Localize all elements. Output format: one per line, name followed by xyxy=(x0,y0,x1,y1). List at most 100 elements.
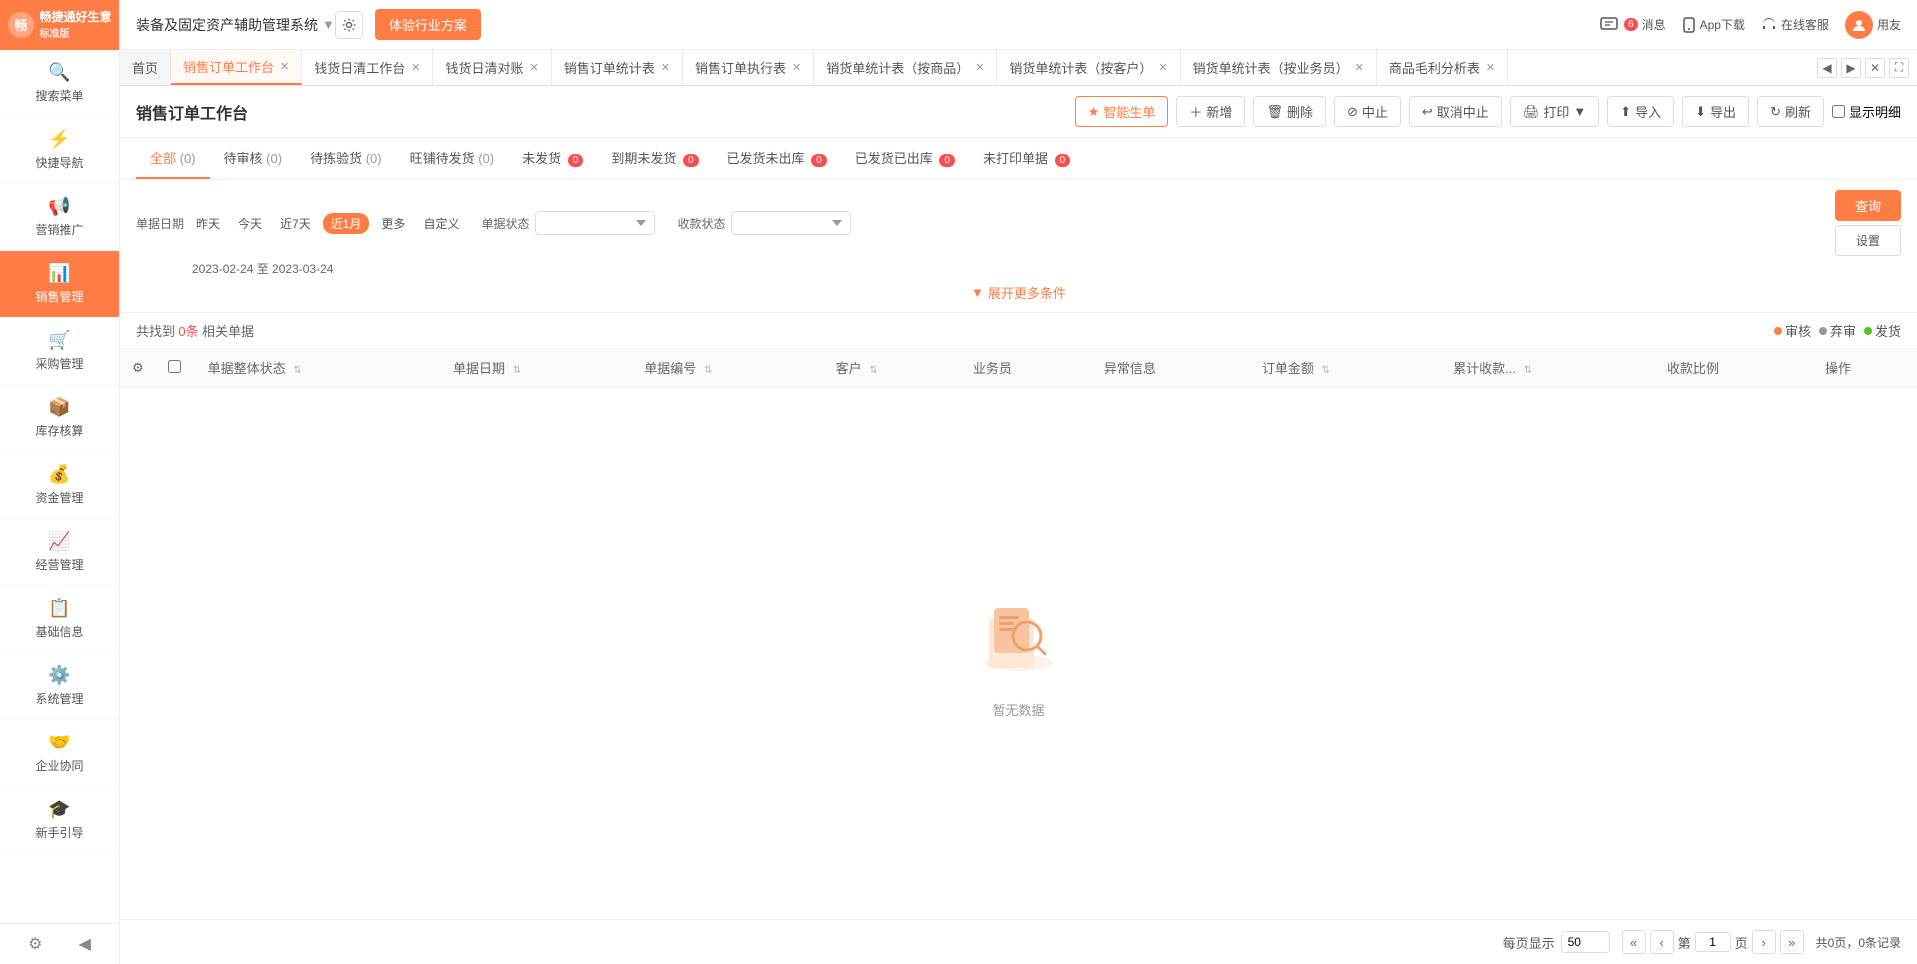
review-button[interactable]: 审核 xyxy=(1774,321,1811,340)
topbar-settings-button[interactable] xyxy=(335,11,363,39)
page-first-button[interactable]: « xyxy=(1622,930,1646,954)
tab-sales-stats-staff[interactable]: 销货单统计表（按业务员） ✕ xyxy=(1181,50,1377,85)
tab-sales-order-exec[interactable]: 销售订单执行表 ✕ xyxy=(683,50,814,85)
date-opt-1month[interactable]: 近1月 xyxy=(323,213,370,234)
refresh-button[interactable]: ↻ 刷新 xyxy=(1757,96,1824,127)
column-settings-icon[interactable]: ⚙ xyxy=(132,360,144,375)
date-opt-today[interactable]: 今天 xyxy=(232,213,268,234)
tab-close-current-button[interactable]: ✕ xyxy=(1865,58,1885,78)
filter-expand-button[interactable]: ▼ 展开更多条件 xyxy=(136,283,1901,302)
tab-sales-stats-product-label: 销货单统计表（按商品） xyxy=(826,58,969,77)
print-button[interactable]: 🖨 打印 ▼ xyxy=(1510,96,1599,127)
sidebar-item-system[interactable]: ⚙️ 系统管理 xyxy=(0,653,119,720)
sidebar-item-sales[interactable]: 📊 销售管理 xyxy=(0,251,119,318)
tab-sales-order-close-icon[interactable]: ✕ xyxy=(280,60,289,73)
app-download-button[interactable]: App下载 xyxy=(1682,16,1745,33)
page-last-button[interactable]: » xyxy=(1780,930,1804,954)
tab-sales-order-stats-close-icon[interactable]: ✕ xyxy=(661,61,670,74)
sidebar-item-basic-info[interactable]: 📋 基础信息 xyxy=(0,586,119,653)
date-opt-more[interactable]: 更多 xyxy=(375,213,411,234)
experience-button[interactable]: 体验行业方案 xyxy=(375,9,481,40)
tab-sales-stats-staff-close-icon[interactable]: ✕ xyxy=(1355,61,1364,74)
sidebar-item-inventory[interactable]: 📦 库存核算 xyxy=(0,385,119,452)
cancel-review-button[interactable]: 弃审 xyxy=(1819,321,1856,340)
page-prev-button[interactable]: ‹ xyxy=(1650,930,1674,954)
sidebar-item-quick-nav-label: 快捷导航 xyxy=(35,154,83,171)
online-service-button[interactable]: 在线客服 xyxy=(1761,16,1829,33)
delete-button[interactable]: 🗑 删除 xyxy=(1253,96,1326,127)
sub-tab-all[interactable]: 全部 (0) xyxy=(136,138,210,179)
sub-tab-not-printed[interactable]: 未打印单据 0 xyxy=(969,138,1084,179)
tab-sales-order-workbench[interactable]: 销售订单工作台 ✕ xyxy=(171,50,302,85)
sidebar-item-cooperation[interactable]: 🤝 企业协同 xyxy=(0,720,119,787)
tab-cash-daily-close-icon[interactable]: ✕ xyxy=(411,61,420,74)
tab-cash-reconcile[interactable]: 钱货日清对账 ✕ xyxy=(433,50,551,85)
collapse-icon[interactable]: ◀ xyxy=(79,934,91,954)
tab-sales-stats-product[interactable]: 销货单统计表（按商品） ✕ xyxy=(814,50,997,85)
total-info: 共0页，0条记录 xyxy=(1816,934,1901,951)
date-opt-custom[interactable]: 自定义 xyxy=(417,213,465,234)
status-sort-icon[interactable]: ⇅ xyxy=(293,365,301,376)
select-all-checkbox[interactable] xyxy=(168,360,181,373)
sub-tab-pending-inspect-count: (0) xyxy=(366,151,382,166)
page-next-button[interactable]: › xyxy=(1752,930,1776,954)
tab-scroll-right-button[interactable]: ▶ xyxy=(1841,58,1861,78)
print-icon: 🖨 xyxy=(1523,104,1540,120)
cancel-stop-button[interactable]: ↩ 取消中止 xyxy=(1409,96,1502,127)
sidebar-item-operation[interactable]: 📈 经营管理 xyxy=(0,519,119,586)
customer-sort-icon[interactable]: ⇅ xyxy=(869,365,877,376)
sub-tab-pending-inspect[interactable]: 待拣验货 (0) xyxy=(296,138,396,179)
tab-maximize-button[interactable]: ⛶ xyxy=(1889,58,1909,78)
date-opt-yesterday[interactable]: 昨天 xyxy=(190,213,226,234)
show-detail-checkbox[interactable] xyxy=(1832,105,1845,118)
sidebar-item-finance[interactable]: 💰 资金管理 xyxy=(0,452,119,519)
message-button[interactable]: 6 消息 xyxy=(1600,16,1666,33)
received-sort-icon[interactable]: ⇅ xyxy=(1524,365,1532,376)
tab-product-margin-close-icon[interactable]: ✕ xyxy=(1486,61,1495,74)
ship-button[interactable]: 发货 xyxy=(1864,321,1901,340)
filter-setting-button[interactable]: 设置 xyxy=(1835,225,1901,256)
sub-tab-wangpu-pending[interactable]: 旺铺待发货 (0) xyxy=(396,138,509,179)
date-opt-7days[interactable]: 近7天 xyxy=(274,213,317,234)
tab-sales-stats-customer-close-icon[interactable]: ✕ xyxy=(1158,61,1167,74)
tab-cash-daily[interactable]: 钱货日清工作台 ✕ xyxy=(302,50,433,85)
sidebar-item-search[interactable]: 🔍 搜索菜单 xyxy=(0,50,119,117)
system-title-dropdown[interactable]: ▼ xyxy=(322,17,335,32)
sidebar-item-newbie[interactable]: 🎓 新手引导 xyxy=(0,787,119,854)
col-settings[interactable]: ⚙ xyxy=(120,348,156,388)
page-number-input[interactable]: 1 xyxy=(1695,932,1731,952)
filter-status-select[interactable] xyxy=(535,211,655,235)
query-button[interactable]: 查询 xyxy=(1835,190,1901,221)
tab-sales-stats-customer[interactable]: 销货单统计表（按客户） ✕ xyxy=(997,50,1180,85)
settings-bottom-icon[interactable]: ⚙ xyxy=(28,934,42,954)
sub-tab-shipped-not-out[interactable]: 已发货未出库 0 xyxy=(713,138,841,179)
amount-sort-icon[interactable]: ⇅ xyxy=(1321,365,1329,376)
tab-product-margin[interactable]: 商品毛利分析表 ✕ xyxy=(1377,50,1508,85)
sidebar-item-purchase[interactable]: 🛒 采购管理 xyxy=(0,318,119,385)
per-page-select[interactable]: 50 100 xyxy=(1561,931,1610,953)
smart-order-button[interactable]: ★ 智能生单 xyxy=(1075,96,1169,127)
export-button[interactable]: ⬇ 导出 xyxy=(1682,96,1749,127)
show-detail-label[interactable]: 显示明细 xyxy=(1832,102,1901,121)
sub-tab-pending-review[interactable]: 待审核 (0) xyxy=(210,138,297,179)
import-button[interactable]: ⬆ 导入 xyxy=(1607,96,1674,127)
col-amount: 订单金额 ⇅ xyxy=(1250,348,1441,388)
sidebar-item-marketing[interactable]: 📢 营销推广 xyxy=(0,184,119,251)
new-button[interactable]: ＋ 新增 xyxy=(1176,96,1245,127)
tab-home[interactable]: 首页 xyxy=(120,50,171,85)
tab-sales-order-stats[interactable]: 销售订单统计表 ✕ xyxy=(552,50,683,85)
date-sort-icon[interactable]: ⇅ xyxy=(513,365,521,376)
col-checkbox[interactable] xyxy=(156,348,196,388)
user-profile-button[interactable]: 用友 xyxy=(1845,11,1901,39)
sub-tab-expired-not-shipped[interactable]: 到期未发货 0 xyxy=(597,138,712,179)
tab-sales-order-exec-close-icon[interactable]: ✕ xyxy=(792,61,801,74)
filter-payment-select[interactable] xyxy=(731,211,851,235)
tab-scroll-left-button[interactable]: ◀ xyxy=(1817,58,1837,78)
tab-sales-stats-product-close-icon[interactable]: ✕ xyxy=(975,61,984,74)
stop-button[interactable]: ⊘ 中止 xyxy=(1334,96,1401,127)
tab-cash-reconcile-close-icon[interactable]: ✕ xyxy=(530,61,539,74)
sub-tab-not-shipped[interactable]: 未发货 0 xyxy=(508,138,597,179)
sub-tab-shipped-out[interactable]: 已发货已出库 0 xyxy=(841,138,969,179)
sidebar-item-quick-nav[interactable]: ⚡ 快捷导航 xyxy=(0,117,119,184)
number-sort-icon[interactable]: ⇅ xyxy=(704,365,712,376)
